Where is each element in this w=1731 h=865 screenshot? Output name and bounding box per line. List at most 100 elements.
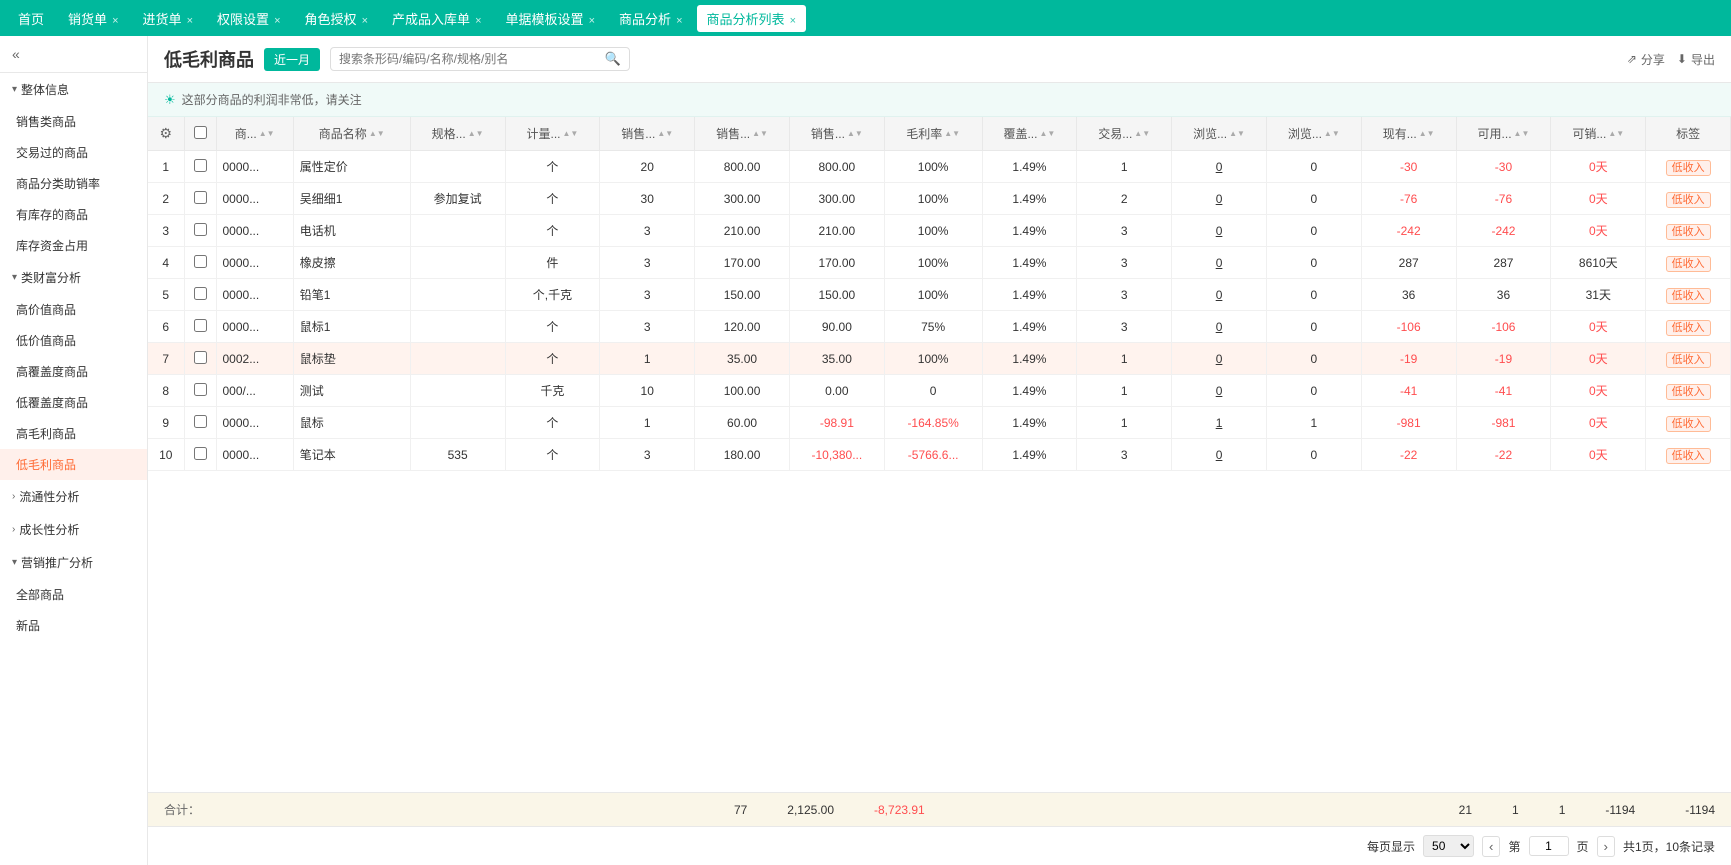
period-button[interactable]: 近一月	[264, 48, 320, 71]
sidebar-item-sales-goods[interactable]: 销售类商品	[0, 106, 147, 137]
col-sales-qty-header[interactable]: 销售... ▲▼	[600, 117, 695, 151]
col-salable-header[interactable]: 可销... ▲▼	[1551, 117, 1646, 151]
sidebar-item-high-coverage[interactable]: 高覆盖度商品	[0, 356, 147, 387]
sidebar-item-inventory-capital[interactable]: 库存资金占用	[0, 230, 147, 261]
row-checkbox[interactable]	[194, 191, 207, 204]
row-browse1[interactable]: 0	[1172, 311, 1267, 343]
per-page-select[interactable]: 50 100 200	[1423, 835, 1474, 857]
col-gear[interactable]: ⚙	[148, 117, 184, 151]
row-checkbox[interactable]	[194, 383, 207, 396]
row-checkbox-cell[interactable]	[184, 183, 216, 215]
sidebar-group-growth[interactable]: › 成长性分析	[0, 513, 147, 546]
row-checkbox-cell[interactable]	[184, 247, 216, 279]
row-browse1[interactable]: 0	[1172, 439, 1267, 471]
sidebar-item-traded-goods[interactable]: 交易过的商品	[0, 137, 147, 168]
row-browse1[interactable]: 0	[1172, 247, 1267, 279]
table-row: 10 0000... 笔记本 535 个 3 180.00 -10,380...…	[148, 439, 1731, 471]
col-sales-price-header[interactable]: 销售... ▲▼	[695, 117, 790, 151]
nav-close-icon[interactable]: ×	[586, 15, 595, 27]
sidebar-group-circulation[interactable]: › 流通性分析	[0, 480, 147, 513]
row-checkbox[interactable]	[194, 447, 207, 460]
row-checkbox-cell[interactable]	[184, 407, 216, 439]
sidebar-item-new-goods[interactable]: 新品	[0, 610, 147, 641]
sidebar-group-overall-info[interactable]: ▾ 整体信息	[0, 73, 147, 106]
sidebar-group-marketing[interactable]: ▾ 营销推广分析	[0, 546, 147, 579]
nav-product-analysis-list[interactable]: 商品分析列表 ×	[697, 5, 807, 32]
row-browse1[interactable]: 0	[1172, 343, 1267, 375]
sidebar-item-all-goods[interactable]: 全部商品	[0, 579, 147, 610]
gear-icon[interactable]: ⚙	[159, 125, 172, 141]
nav-permissions[interactable]: 权限设置 ×	[207, 5, 291, 32]
row-available: -30	[1456, 151, 1551, 183]
nav-close-icon[interactable]: ×	[184, 15, 193, 27]
nav-sales-order[interactable]: 销货单 ×	[58, 5, 129, 32]
nav-product-analysis[interactable]: 商品分析 ×	[609, 5, 693, 32]
row-checkbox-cell[interactable]	[184, 151, 216, 183]
nav-purchase-order[interactable]: 进货单 ×	[133, 5, 204, 32]
prev-page-button[interactable]: ‹	[1482, 836, 1500, 857]
row-checkbox[interactable]	[194, 351, 207, 364]
sidebar-item-in-stock-goods[interactable]: 有库存的商品	[0, 199, 147, 230]
sidebar-item-low-coverage[interactable]: 低覆盖度商品	[0, 387, 147, 418]
col-checkbox-all[interactable]	[184, 117, 216, 151]
nav-template-settings[interactable]: 单据模板设置 ×	[496, 5, 606, 32]
col-unit-header[interactable]: 计量... ▲▼	[505, 117, 600, 151]
row-browse1[interactable]: 1	[1172, 407, 1267, 439]
nav-close-icon[interactable]: ×	[359, 15, 368, 27]
row-checkbox-cell[interactable]	[184, 215, 216, 247]
row-checkbox[interactable]	[194, 223, 207, 236]
col-spec-header[interactable]: 规格... ▲▼	[410, 117, 505, 151]
col-code-header[interactable]: 商... ▲▼	[216, 117, 293, 151]
nav-close-icon[interactable]: ×	[673, 15, 682, 27]
select-all-checkbox[interactable]	[194, 126, 207, 139]
row-browse1[interactable]: 0	[1172, 279, 1267, 311]
col-name-header[interactable]: 商品名称 ▲▼	[293, 117, 410, 151]
row-checkbox[interactable]	[194, 255, 207, 268]
sidebar-item-low-value[interactable]: 低价值商品	[0, 325, 147, 356]
sidebar-item-high-value[interactable]: 高价值商品	[0, 294, 147, 325]
row-checkbox[interactable]	[194, 415, 207, 428]
col-current-header[interactable]: 现有... ▲▼	[1361, 117, 1456, 151]
row-checkbox-cell[interactable]	[184, 439, 216, 471]
col-available-header[interactable]: 可用... ▲▼	[1456, 117, 1551, 151]
row-index: 2	[148, 183, 184, 215]
row-browse1[interactable]: 0	[1172, 151, 1267, 183]
next-page-button[interactable]: ›	[1597, 836, 1615, 857]
per-page-label: 每页显示	[1367, 838, 1415, 855]
col-sales-profit-header[interactable]: 销售... ▲▼	[789, 117, 884, 151]
col-gross-rate-header[interactable]: 毛利率 ▲▼	[884, 117, 982, 151]
row-checkbox[interactable]	[194, 319, 207, 332]
row-checkbox-cell[interactable]	[184, 311, 216, 343]
page-number-input[interactable]	[1529, 836, 1569, 856]
row-checkbox[interactable]	[194, 159, 207, 172]
nav-close-icon[interactable]: ×	[271, 15, 280, 27]
col-coverage-header[interactable]: 覆盖... ▲▼	[982, 117, 1077, 151]
col-tag-header[interactable]: 标签	[1646, 117, 1731, 151]
nav-role-auth[interactable]: 角色授权 ×	[295, 5, 379, 32]
row-name: 鼠标垫	[293, 343, 410, 375]
export-button[interactable]: ⬇ 导出	[1677, 51, 1715, 68]
nav-close-icon[interactable]: ×	[787, 15, 796, 27]
row-checkbox-cell[interactable]	[184, 375, 216, 407]
row-checkbox-cell[interactable]	[184, 343, 216, 375]
nav-close-icon[interactable]: ×	[472, 15, 481, 27]
row-code: 0002...	[216, 343, 293, 375]
share-button[interactable]: ⇗ 分享	[1627, 51, 1665, 68]
col-browse2-header[interactable]: 浏览... ▲▼	[1266, 117, 1361, 151]
col-trade-header[interactable]: 交易... ▲▼	[1077, 117, 1172, 151]
sidebar-collapse-button[interactable]: «	[8, 42, 24, 66]
row-checkbox-cell[interactable]	[184, 279, 216, 311]
sidebar-item-category-rate[interactable]: 商品分类助销率	[0, 168, 147, 199]
nav-product-entry[interactable]: 产成品入库单 ×	[382, 5, 492, 32]
search-input[interactable]	[339, 52, 605, 66]
col-browse1-header[interactable]: 浏览... ▲▼	[1172, 117, 1267, 151]
nav-home[interactable]: 首页	[8, 5, 54, 32]
row-browse1[interactable]: 0	[1172, 375, 1267, 407]
nav-close-icon[interactable]: ×	[109, 15, 118, 27]
row-checkbox[interactable]	[194, 287, 207, 300]
sidebar-item-low-margin[interactable]: 低毛利商品	[0, 449, 147, 480]
sidebar-item-high-margin[interactable]: 高毛利商品	[0, 418, 147, 449]
sidebar-group-wealth-analysis[interactable]: ▾ 类财富分析	[0, 261, 147, 294]
row-browse1[interactable]: 0	[1172, 215, 1267, 247]
row-browse1[interactable]: 0	[1172, 183, 1267, 215]
